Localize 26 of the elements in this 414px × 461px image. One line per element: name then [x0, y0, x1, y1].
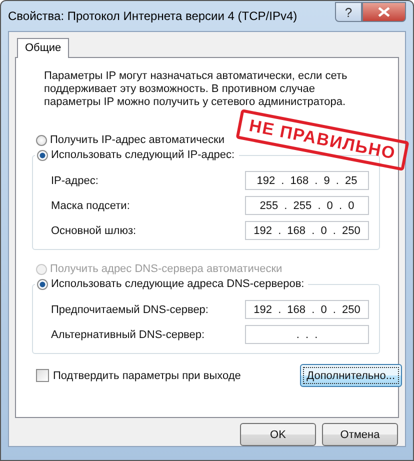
advanced-button[interactable]: Дополнительно... [300, 364, 402, 387]
field-label: Основной шлюз: [51, 224, 136, 236]
radio-button[interactable] [37, 278, 48, 290]
ip-address-field[interactable]: 192 . 168 . 0 . 250 [245, 221, 369, 240]
tab[interactable]: Общие [17, 38, 70, 58]
ok-button[interactable]: OK [240, 423, 316, 446]
field-label: Предпочитаемый DNS-сервер: [51, 304, 208, 316]
field-label: Маска подсети: [51, 200, 130, 212]
radio-button[interactable] [37, 150, 48, 160]
radio-option: Получить адрес DNS-сервера автоматически [36, 260, 282, 278]
window-title: Свойства: Протокол Интернета версии 4 (TCP/IPv4) [8, 9, 298, 23]
close-icon [378, 7, 390, 17]
checkbox[interactable] [36, 369, 49, 382]
ip-address-field[interactable]: 255 . 255 . 0 . 0 [245, 196, 369, 215]
radio-option[interactable]: Получить IP-адрес автоматически [36, 131, 224, 149]
cancel-button[interactable]: Отмена [322, 423, 398, 446]
field-label: Альтернативный DNS-сервер: [51, 328, 205, 340]
field-label: IP-адрес: [51, 174, 98, 186]
close-button[interactable] [362, 2, 406, 22]
ip-address-field[interactable]: . . . [245, 325, 369, 344]
ip-address-field[interactable]: 192 . 168 . 9 . 25 [245, 171, 369, 190]
ip-address-field[interactable]: 192 . 168 . 0 . 250 [245, 300, 369, 319]
help-button[interactable]: ? [335, 2, 362, 22]
description-text: Параметры IP могут назначаться автоматически, если сеть поддерживает эту возможность. В противном случае параметры IP можно получить у сетевого администратора. [44, 70, 348, 109]
checkbox-option[interactable]: Подтвердить параметры при выходе [36, 369, 241, 382]
radio-button[interactable] [36, 134, 47, 146]
